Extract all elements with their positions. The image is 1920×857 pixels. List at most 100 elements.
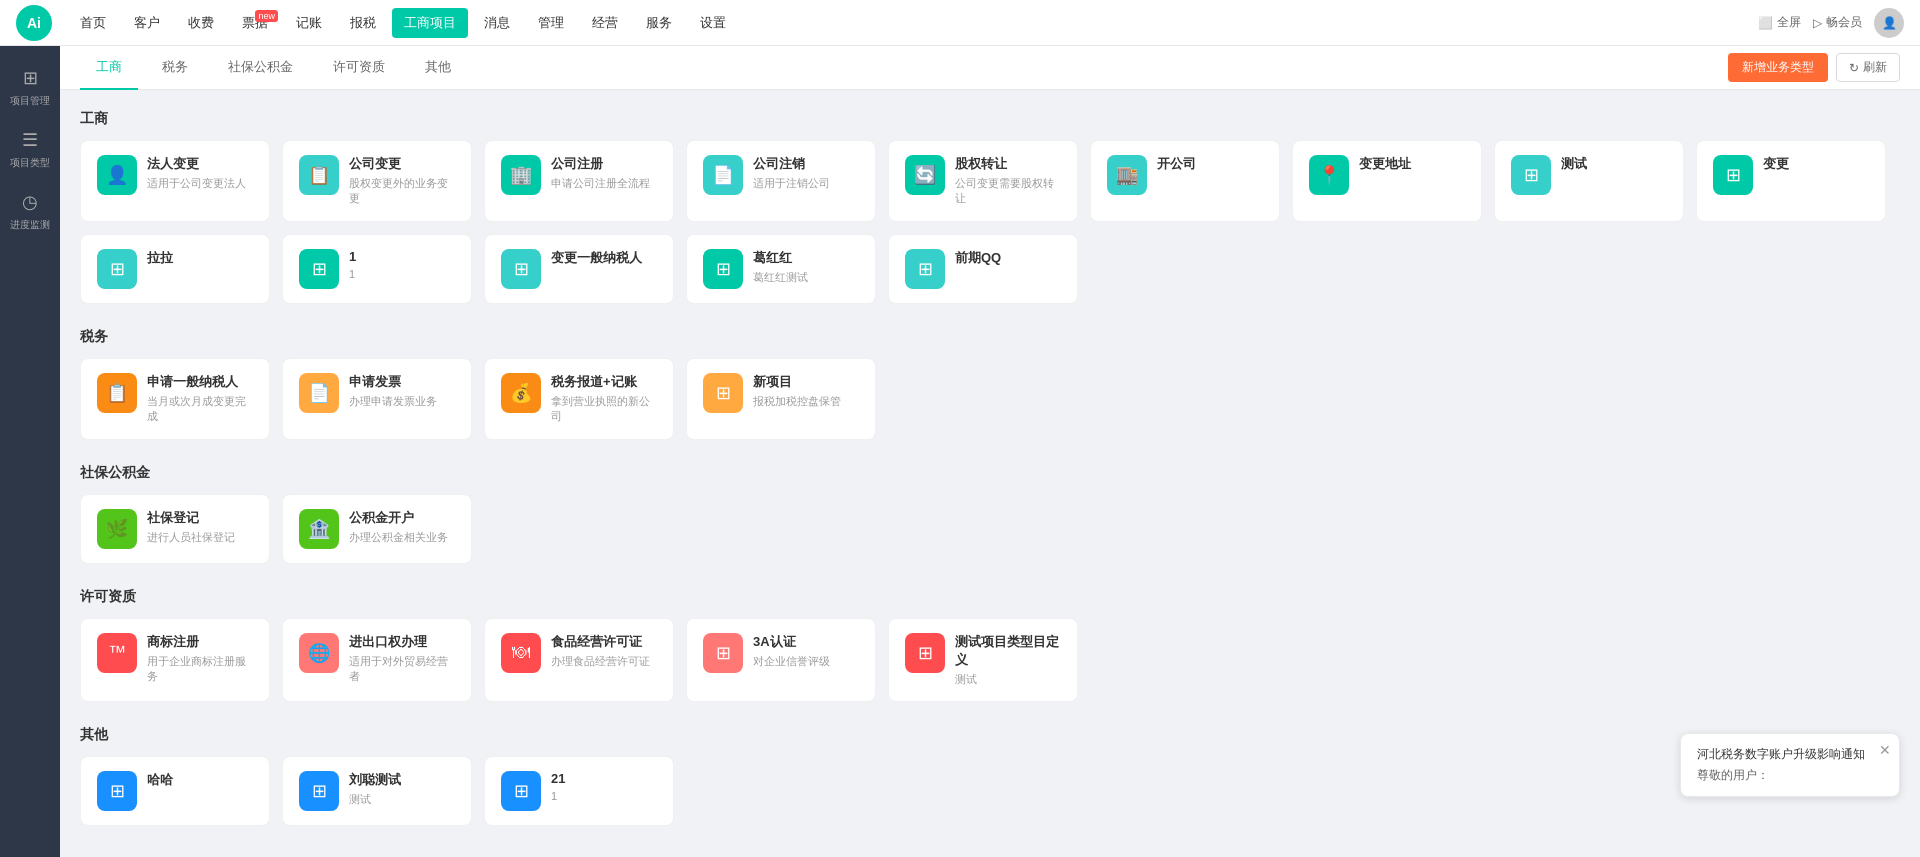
cards-grid-其他: ⊞哈哈⊞刘聪测试测试⊞211 [80, 756, 1900, 826]
card-刘聪测试[interactable]: ⊞刘聪测试测试 [282, 756, 472, 826]
fullscreen-btn[interactable]: ⬜ 全屏 [1758, 14, 1801, 31]
card-icon: 📋 [299, 155, 339, 195]
card-食品经营许可证[interactable]: 🍽 食品经营许可证办理食品经营许可证 [484, 618, 674, 702]
card-title: 股权转让 [955, 155, 1061, 173]
card-title: 申请一般纳税人 [147, 373, 253, 391]
card-新项目[interactable]: ⊞新项目报税加税控盘保管 [686, 358, 876, 440]
card-title: 新项目 [753, 373, 859, 391]
card-测试项目类型目定义[interactable]: ⊞测试项目类型目定义测试 [888, 618, 1078, 702]
card-icon: ⊞ [1511, 155, 1551, 195]
tab-社保公积金[interactable]: 社保公积金 [212, 46, 309, 90]
card-icon: 🌐 [299, 633, 339, 673]
card-title: 3A认证 [753, 633, 859, 651]
card-icon: ⊞ [299, 249, 339, 289]
refresh-button[interactable]: ↻ 刷新 [1836, 53, 1900, 82]
nav-item-工商项目[interactable]: 工商项目 [392, 8, 468, 38]
nav-item-设置[interactable]: 设置 [688, 8, 738, 38]
card-变更一般纳税人[interactable]: ⊞变更一般纳税人 [484, 234, 674, 304]
avatar[interactable]: 👤 [1874, 8, 1904, 38]
card-desc: 进行人员社保登记 [147, 530, 253, 545]
tab-许可资质[interactable]: 许可资质 [317, 46, 401, 90]
card-公积金开户[interactable]: 🏦公积金开户办理公积金相关业务 [282, 494, 472, 564]
nav-item-报税[interactable]: 报税 [338, 8, 388, 38]
card-葛红红[interactable]: ⊞葛红红葛红红测试 [686, 234, 876, 304]
card-icon: ™ [97, 633, 137, 673]
card-icon: 🔄 [905, 155, 945, 195]
tab-税务[interactable]: 税务 [146, 46, 204, 90]
card-icon: ⊞ [501, 249, 541, 289]
nav-item-管理[interactable]: 管理 [526, 8, 576, 38]
card-desc: 1 [349, 267, 455, 282]
tab-其他[interactable]: 其他 [409, 46, 467, 90]
card-title: 社保登记 [147, 509, 253, 527]
card-title: 开公司 [1157, 155, 1263, 173]
card-3A认证[interactable]: ⊞3A认证对企业信誉评级 [686, 618, 876, 702]
card-公司注销[interactable]: 📄公司注销适用于注销公司 [686, 140, 876, 222]
card-title: 拉拉 [147, 249, 253, 267]
card-申请发票[interactable]: 📄申请发票办理申请发票业务 [282, 358, 472, 440]
notification-desc: 尊敬的用户： [1697, 767, 1883, 784]
card-前期QQ[interactable]: ⊞前期QQ [888, 234, 1078, 304]
card-商标注册[interactable]: ™商标注册用于企业商标注册服务 [80, 618, 270, 702]
notification-close[interactable]: ✕ [1879, 742, 1891, 758]
card-desc: 当月或次月成变更完成 [147, 394, 253, 425]
sidebar: ⊞项目管理☰项目类型◷进度监测 [0, 46, 60, 857]
card-icon: ⊞ [1713, 155, 1753, 195]
new-type-button[interactable]: 新增业务类型 [1728, 53, 1828, 82]
card-股权转让[interactable]: 🔄股权转让公司变更需要股权转让 [888, 140, 1078, 222]
card-测试[interactable]: ⊞ 测试 [1494, 140, 1684, 222]
card-title: 1 [349, 249, 455, 264]
card-变更地址[interactable]: 📍变更地址 [1292, 140, 1482, 222]
card-icon: 🍽 [501, 633, 541, 673]
card-title: 刘聪测试 [349, 771, 455, 789]
sidebar-item-项目类型[interactable]: ☰项目类型 [0, 118, 60, 180]
card-title: 公积金开户 [349, 509, 455, 527]
notification-title: 河北税务数字账户升级影响通知 [1697, 746, 1883, 763]
card-法人变更[interactable]: 👤法人变更适用于公司变更法人 [80, 140, 270, 222]
card-title: 进出口权办理 [349, 633, 455, 651]
card-申请一般纳税人[interactable]: 📋申请一般纳税人当月或次月成变更完成 [80, 358, 270, 440]
card-icon: ⊞ [703, 249, 743, 289]
card-title: 食品经营许可证 [551, 633, 657, 651]
nav-item-记账[interactable]: 记账 [284, 8, 334, 38]
card-哈哈[interactable]: ⊞哈哈 [80, 756, 270, 826]
card-desc: 适用于对外贸易经营者 [349, 654, 455, 685]
card-icon: ⊞ [97, 771, 137, 811]
sidebar-item-进度监测[interactable]: ◷进度监测 [0, 180, 60, 242]
card-进出口权办理[interactable]: 🌐 进出口权办理适用于对外贸易经营者 [282, 618, 472, 702]
card-desc: 用于企业商标注册服务 [147, 654, 253, 685]
card-desc: 报税加税控盘保管 [753, 394, 859, 409]
cards-grid-工商: 👤法人变更适用于公司变更法人📋公司变更股权变更外的业务变更 🏢 公司注册申请公司注册… [80, 140, 1900, 304]
card-社保登记[interactable]: 🌿社保登记进行人员社保登记 [80, 494, 270, 564]
card-拉拉[interactable]: ⊞拉拉 [80, 234, 270, 304]
card-公司变更[interactable]: 📋公司变更股权变更外的业务变更 [282, 140, 472, 222]
card-icon: 🏢 [501, 155, 541, 195]
card-21[interactable]: ⊞211 [484, 756, 674, 826]
card-title: 法人变更 [147, 155, 253, 173]
tabs-bar: 工商税务社保公积金许可资质其他 新增业务类型 ↻ 刷新 [60, 46, 1920, 90]
nav-item-票据[interactable]: 票据new [230, 8, 280, 38]
sidebar-item-项目管理[interactable]: ⊞项目管理 [0, 56, 60, 118]
content-area: 工商👤法人变更适用于公司变更法人📋公司变更股权变更外的业务变更🏢公司注册申请公司… [60, 90, 1920, 857]
vip-btn[interactable]: ▷ 畅会员 [1813, 14, 1862, 31]
tab-工商[interactable]: 工商 [80, 46, 138, 90]
card-开公司[interactable]: 🏬 开公司 [1090, 140, 1280, 222]
nav-item-收费[interactable]: 收费 [176, 8, 226, 38]
card-icon: 🏬 [1107, 155, 1147, 195]
card-title: 公司注册 [551, 155, 657, 173]
card-title: 前期QQ [955, 249, 1061, 267]
nav-item-首页[interactable]: 首页 [68, 8, 118, 38]
nav-item-客户[interactable]: 客户 [122, 8, 172, 38]
card-税务报道+记账[interactable]: 💰税务报道+记账拿到营业执照的新公司 [484, 358, 674, 440]
nav-item-服务[interactable]: 服务 [634, 8, 684, 38]
nav-item-经营[interactable]: 经营 [580, 8, 630, 38]
card-公司注册[interactable]: 🏢 公司注册申请公司注册全流程 [484, 140, 674, 222]
card-1[interactable]: ⊞ 1 1 [282, 234, 472, 304]
card-变更[interactable]: ⊞变更 [1696, 140, 1886, 222]
card-title: 测试 [1561, 155, 1667, 173]
card-desc: 申请公司注册全流程 [551, 176, 657, 191]
sidebar-icon: ◷ [18, 190, 42, 214]
nav-item-消息[interactable]: 消息 [472, 8, 522, 38]
card-icon: ⊞ [905, 633, 945, 673]
card-desc: 办理食品经营许可证 [551, 654, 657, 669]
